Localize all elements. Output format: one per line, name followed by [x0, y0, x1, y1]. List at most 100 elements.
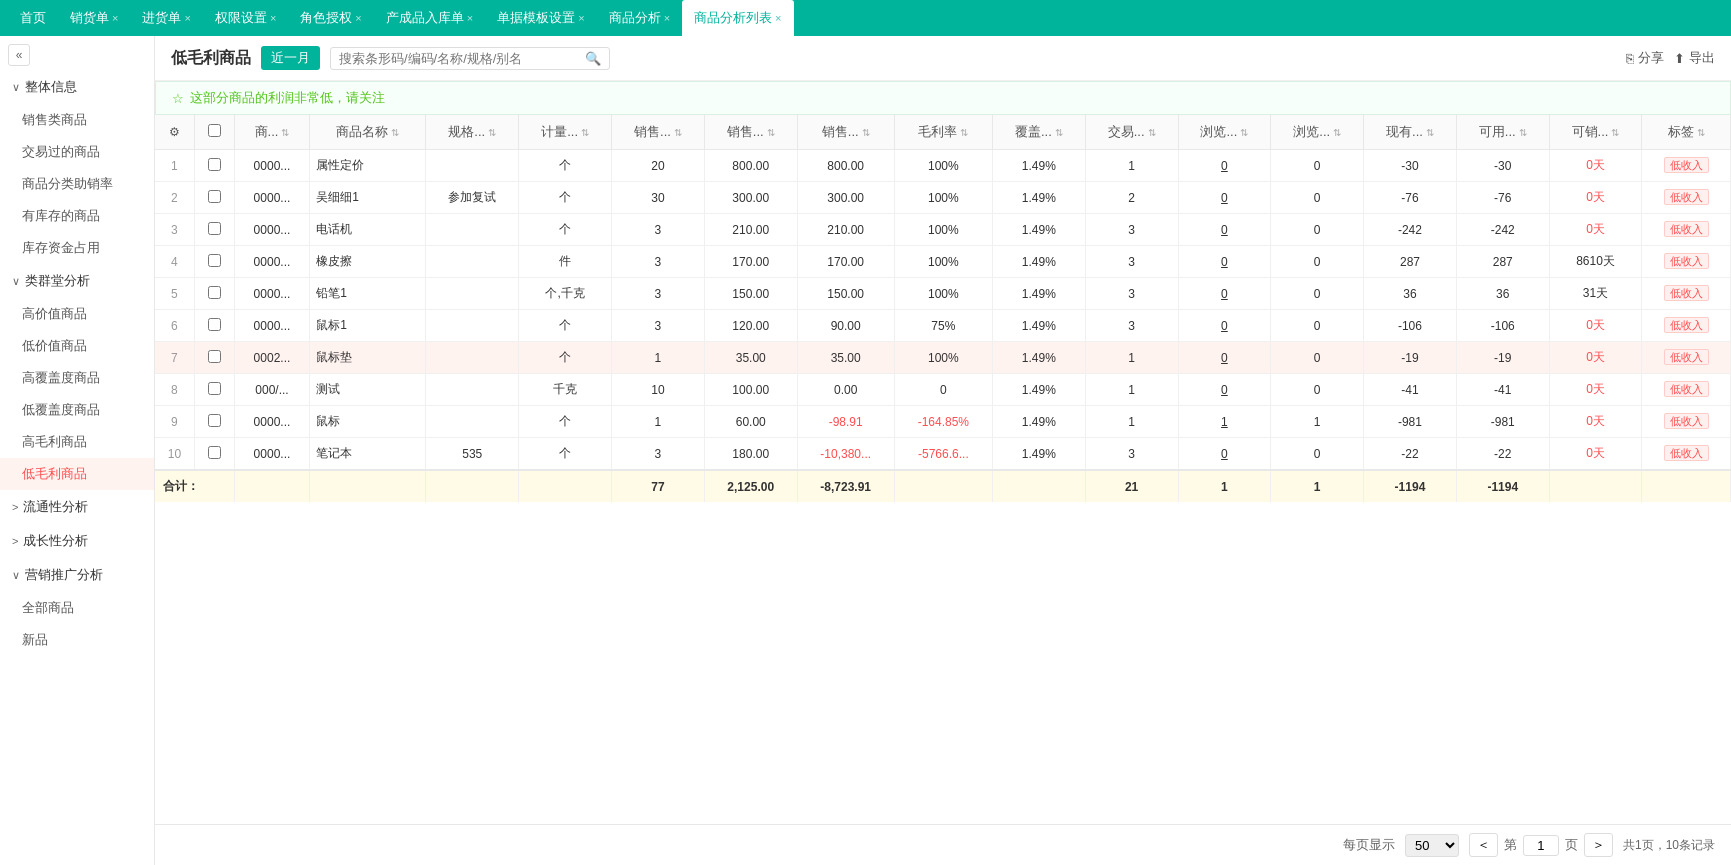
row-gross-margin: 100% — [894, 182, 992, 214]
sidebar-item-high-value[interactable]: 高价值商品 — [0, 298, 154, 330]
row-checkbox[interactable] — [208, 158, 221, 171]
nav-close-icon[interactable]: × — [184, 12, 190, 24]
row-view1[interactable]: 0 — [1178, 278, 1271, 310]
nav-close-icon[interactable]: × — [355, 12, 361, 24]
search-icon[interactable]: 🔍 — [585, 51, 601, 66]
row-view1[interactable]: 0 — [1178, 342, 1271, 374]
row-unit: 个 — [519, 438, 612, 471]
row-view1[interactable]: 0 — [1178, 150, 1271, 182]
row-checkbox[interactable] — [208, 190, 221, 203]
nav-close-icon[interactable]: × — [578, 12, 584, 24]
sidebar-item-high-margin[interactable]: 高毛利商品 — [0, 426, 154, 458]
th-checkbox[interactable] — [194, 115, 234, 150]
row-view1[interactable]: 0 — [1178, 182, 1271, 214]
sidebar-item-stock-capital[interactable]: 库存资金占用 — [0, 232, 154, 264]
row-tag: 低收入 — [1642, 246, 1731, 278]
footer-view2: 1 — [1271, 470, 1364, 502]
page-number-input[interactable] — [1523, 835, 1559, 856]
row-sale-price: 100.00 — [704, 374, 797, 406]
th-settings[interactable]: ⚙ — [155, 115, 194, 150]
nav-product-analysis[interactable]: 商品分析 × — [597, 0, 682, 36]
page-size-select[interactable]: 50 20 100 — [1405, 834, 1459, 857]
row-current-stock: 287 — [1364, 246, 1457, 278]
sidebar-item-all-products[interactable]: 全部商品 — [0, 592, 154, 624]
row-view1[interactable]: 0 — [1178, 214, 1271, 246]
nav-template-settings[interactable]: 单据模板设置 × — [485, 0, 596, 36]
row-sale-price: 800.00 — [704, 150, 797, 182]
nav-close-icon[interactable]: × — [270, 12, 276, 24]
row-name: 鼠标1 — [310, 310, 426, 342]
sidebar-group-cluster[interactable]: ∨ 类群堂分析 — [0, 264, 154, 298]
row-gross-margin: 100% — [894, 246, 992, 278]
row-checkbox[interactable] — [208, 254, 221, 267]
share-button[interactable]: ⎘ 分享 — [1626, 49, 1664, 67]
row-view1[interactable]: 1 — [1178, 406, 1271, 438]
nav-purchase-order[interactable]: 进货单 × — [130, 0, 202, 36]
sidebar-item-sales-products[interactable]: 销售类商品 — [0, 104, 154, 136]
row-checkbox[interactable] — [208, 382, 221, 395]
tag-badge: 低收入 — [1664, 253, 1709, 269]
row-unit: 千克 — [519, 374, 612, 406]
row-checkbox[interactable] — [208, 222, 221, 235]
row-checkbox[interactable] — [208, 318, 221, 331]
content-area: 低毛利商品 近一月 🔍 ⎘ 分享 ⬆ 导出 ☆ 这部分商品的利润非常低，请关注 — [155, 36, 1731, 865]
row-available-stock: -41 — [1456, 374, 1549, 406]
row-checkbox[interactable] — [208, 446, 221, 459]
select-all-checkbox[interactable] — [208, 124, 221, 137]
nav-product-inbound[interactable]: 产成品入库单 × — [374, 0, 485, 36]
nav-permission-settings[interactable]: 权限设置 × — [203, 0, 288, 36]
row-checkbox[interactable] — [208, 350, 221, 363]
nav-sales-order[interactable]: 销货单 × — [58, 0, 130, 36]
sidebar: « ∨ 整体信息 销售类商品 交易过的商品 商品分类助销率 有库存的商品 库存资… — [0, 36, 155, 865]
row-trade-count: 3 — [1085, 214, 1178, 246]
row-view2: 0 — [1271, 214, 1364, 246]
table-header-row: ⚙ 商...⇅ 商品名称⇅ 规格...⇅ 计量...⇅ 销售...⇅ 销售...… — [155, 115, 1731, 150]
row-current-stock: -41 — [1364, 374, 1457, 406]
sidebar-item-stocked-products[interactable]: 有库存的商品 — [0, 200, 154, 232]
row-checkbox-cell — [194, 438, 234, 471]
row-sale-qty: 10 — [612, 374, 705, 406]
sidebar-group-overall[interactable]: ∨ 整体信息 — [0, 70, 154, 104]
header-actions: ⎘ 分享 ⬆ 导出 — [1626, 49, 1715, 67]
page-navigation: ＜ 第 页 ＞ — [1469, 833, 1613, 857]
nav-close-icon[interactable]: × — [112, 12, 118, 24]
filter-button[interactable]: 近一月 — [261, 46, 320, 70]
export-button[interactable]: ⬆ 导出 — [1674, 49, 1715, 67]
sidebar-collapse-btn[interactable]: « — [8, 44, 30, 66]
sidebar-item-high-coverage[interactable]: 高覆盖度商品 — [0, 362, 154, 394]
row-sale-price: 180.00 — [704, 438, 797, 471]
tag-badge: 低收入 — [1664, 285, 1709, 301]
nav-product-analysis-list[interactable]: 商品分析列表 × — [682, 0, 793, 36]
nav-home[interactable]: 首页 — [8, 0, 58, 36]
row-view1[interactable]: 0 — [1178, 374, 1271, 406]
th-available-stock: 可用...⇅ — [1456, 115, 1549, 150]
nav-close-icon[interactable]: × — [775, 12, 781, 24]
prev-page-button[interactable]: ＜ — [1469, 833, 1498, 857]
nav-role-auth[interactable]: 角色授权 × — [288, 0, 373, 36]
sidebar-group-liquidity[interactable]: > 流通性分析 — [0, 490, 154, 524]
row-checkbox[interactable] — [208, 414, 221, 427]
sidebar-item-low-value[interactable]: 低价值商品 — [0, 330, 154, 362]
sidebar-item-new-products[interactable]: 新品 — [0, 624, 154, 656]
row-gross-margin: 100% — [894, 342, 992, 374]
sidebar-item-category-rate[interactable]: 商品分类助销率 — [0, 168, 154, 200]
row-available-stock: -981 — [1456, 406, 1549, 438]
search-input[interactable] — [339, 51, 585, 66]
row-num: 4 — [155, 246, 194, 278]
row-view1[interactable]: 0 — [1178, 438, 1271, 471]
sidebar-item-low-coverage[interactable]: 低覆盖度商品 — [0, 394, 154, 426]
row-name: 属性定价 — [310, 150, 426, 182]
th-sale-amount: 销售...⇅ — [797, 115, 894, 150]
sidebar-group-growth[interactable]: > 成长性分析 — [0, 524, 154, 558]
row-view1[interactable]: 0 — [1178, 310, 1271, 342]
row-checkbox[interactable] — [208, 286, 221, 299]
row-view1[interactable]: 0 — [1178, 246, 1271, 278]
nav-close-icon[interactable]: × — [467, 12, 473, 24]
next-page-button[interactable]: ＞ — [1584, 833, 1613, 857]
nav-close-icon[interactable]: × — [664, 12, 670, 24]
sidebar-item-traded-products[interactable]: 交易过的商品 — [0, 136, 154, 168]
sidebar-item-low-margin[interactable]: 低毛利商品 — [0, 458, 154, 490]
sidebar-group-marketing[interactable]: ∨ 营销推广分析 — [0, 558, 154, 592]
row-sale-qty: 20 — [612, 150, 705, 182]
row-gross-margin: -164.85% — [894, 406, 992, 438]
